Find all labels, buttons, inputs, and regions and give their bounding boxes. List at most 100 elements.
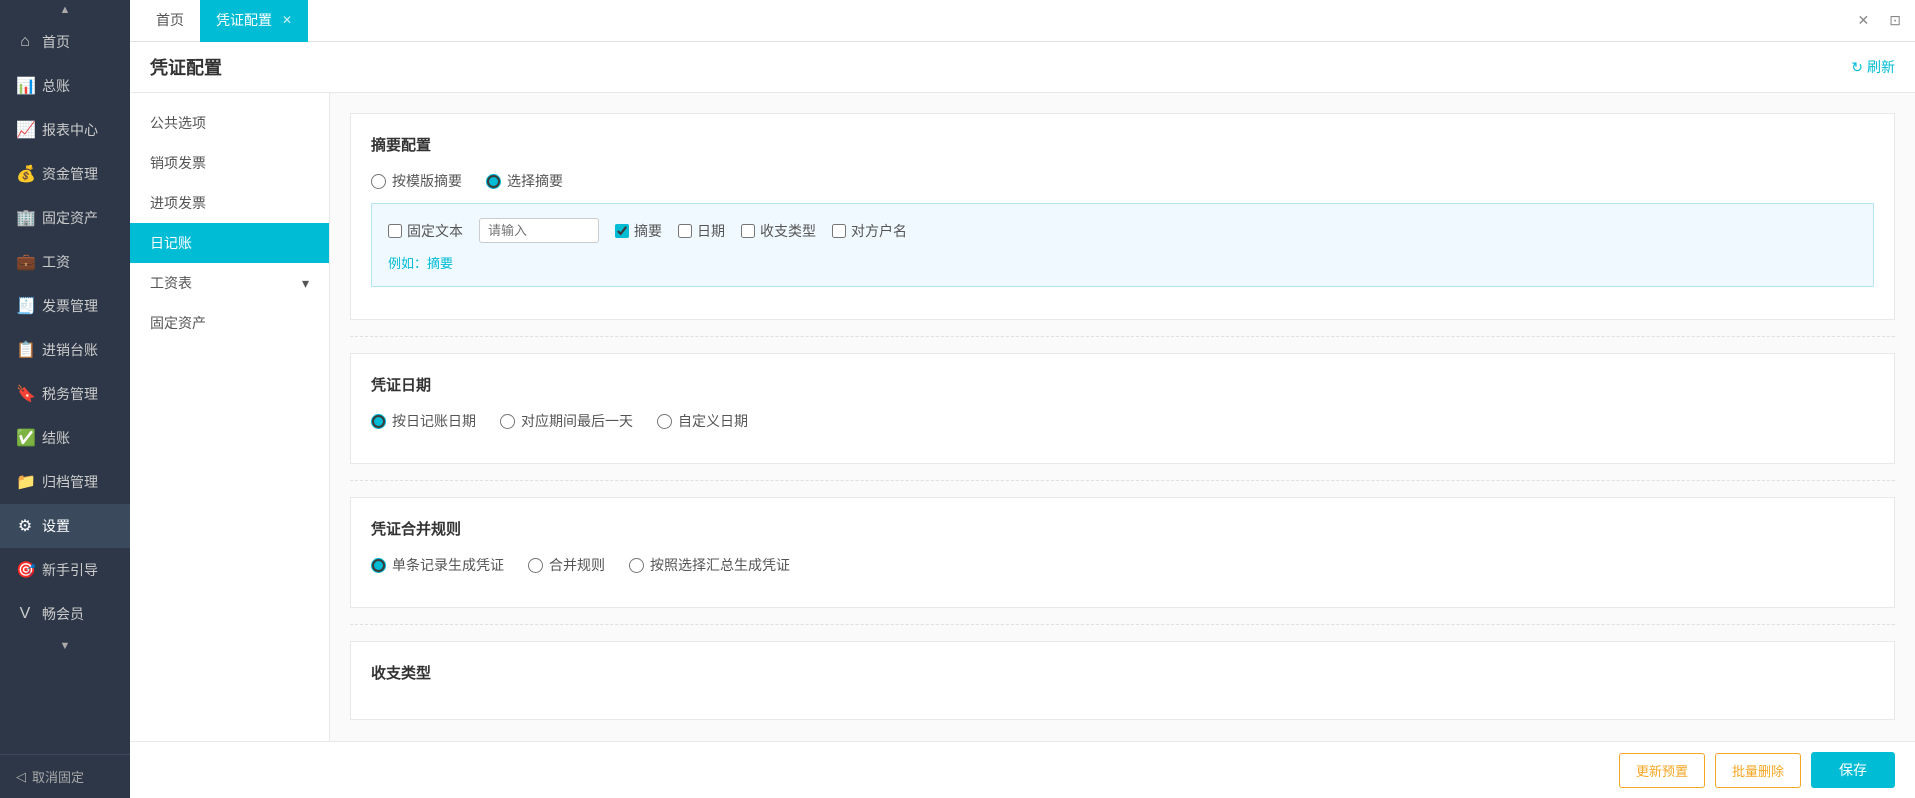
sidebar-item-reports[interactable]: 📈 报表中心 bbox=[0, 108, 130, 152]
tab-home[interactable]: 首页 bbox=[140, 0, 200, 42]
left-nav-public[interactable]: 公共选项 bbox=[130, 103, 329, 143]
radio-last-period-day[interactable]: 对应期间最后一天 bbox=[500, 411, 633, 431]
tab-home-label: 首页 bbox=[156, 10, 184, 30]
checkbox-date-input[interactable] bbox=[678, 224, 692, 238]
radio-merge-rule[interactable]: 合并规则 bbox=[528, 555, 605, 575]
sidebar-item-purchase-sales[interactable]: 📋 进销台账 bbox=[0, 328, 130, 372]
radio-by-journal-date[interactable]: 按日记账日期 bbox=[371, 411, 476, 431]
sidebar-item-ledger[interactable]: 📊 总账 bbox=[0, 64, 130, 108]
tab-voucher-config[interactable]: 凭证配置 ✕ bbox=[200, 0, 308, 42]
radio-single-record-label: 单条记录生成凭证 bbox=[392, 555, 504, 575]
left-nav-payroll-table-label: 工资表 bbox=[150, 273, 192, 293]
radio-template-summary-label: 按模版摘要 bbox=[392, 171, 462, 191]
checkbox-summary-input[interactable] bbox=[615, 224, 629, 238]
radio-last-period-day-input[interactable] bbox=[500, 414, 515, 429]
left-nav-journal[interactable]: 日记账 bbox=[130, 223, 329, 263]
radio-select-merge[interactable]: 按照选择汇总生成凭证 bbox=[629, 555, 790, 575]
page-title: 凭证配置 bbox=[150, 54, 222, 80]
sidebar-item-guide[interactable]: 🎯 新手引导 bbox=[0, 548, 130, 592]
section-voucher-merge: 凭证合并规则 单条记录生成凭证 合并规则 按照选择汇总生成凭证 bbox=[350, 497, 1895, 608]
radio-by-journal-date-input[interactable] bbox=[371, 414, 386, 429]
sidebar-label-reports: 报表中心 bbox=[42, 120, 98, 140]
radio-select-summary-input[interactable] bbox=[486, 174, 501, 189]
settings-icon: ⚙ bbox=[16, 516, 34, 536]
left-nav-sales-invoice[interactable]: 销项发票 bbox=[130, 143, 329, 183]
radio-custom-date[interactable]: 自定义日期 bbox=[657, 411, 748, 431]
sidebar-item-assets[interactable]: 🏢 固定资产 bbox=[0, 196, 130, 240]
chevron-down-icon: ▾ bbox=[302, 275, 309, 292]
checkbox-counterparty-input[interactable] bbox=[832, 224, 846, 238]
radio-merge-rule-input[interactable] bbox=[528, 558, 543, 573]
tab-bar-right: ✕ ⊡ bbox=[1854, 10, 1905, 31]
sidebar-scroll-down[interactable]: ▼ bbox=[0, 636, 130, 656]
fixed-text-input[interactable] bbox=[479, 218, 599, 243]
purchase-sales-icon: 📋 bbox=[16, 340, 34, 360]
content-layout: 公共选项 销项发票 进项发票 日记账 工资表 ▾ 固定资产 bbox=[130, 93, 1915, 741]
funds-icon: 💰 bbox=[16, 164, 34, 184]
assets-icon: 🏢 bbox=[16, 208, 34, 228]
divider-3 bbox=[350, 624, 1895, 625]
checkbox-date[interactable]: 日期 bbox=[678, 221, 725, 241]
sidebar-label-funds: 资金管理 bbox=[42, 164, 98, 184]
left-nav-payroll-table[interactable]: 工资表 ▾ bbox=[130, 263, 329, 303]
radio-template-summary[interactable]: 按模版摘要 bbox=[371, 171, 462, 191]
sidebar-label-invoice-mgmt: 发票管理 bbox=[42, 296, 98, 316]
home-icon: ⌂ bbox=[16, 33, 34, 51]
checkbox-income-type[interactable]: 收支类型 bbox=[741, 221, 816, 241]
sidebar-label-purchase-sales: 进销台账 bbox=[42, 340, 98, 360]
sidebar-item-tax[interactable]: 🔖 税务管理 bbox=[0, 372, 130, 416]
sidebar-item-archive[interactable]: 📁 归档管理 bbox=[0, 460, 130, 504]
checkbox-summary[interactable]: 摘要 bbox=[615, 221, 662, 241]
batch-delete-button[interactable]: 批量删除 bbox=[1715, 753, 1801, 788]
checkbox-counterparty-label: 对方户名 bbox=[851, 221, 907, 241]
radio-single-record-input[interactable] bbox=[371, 558, 386, 573]
sidebar-scroll-up[interactable]: ▲ bbox=[0, 0, 130, 20]
divider-2 bbox=[350, 480, 1895, 481]
sidebar-unpin[interactable]: ◁ 取消固定 bbox=[0, 754, 130, 798]
archive-icon: 📁 bbox=[16, 472, 34, 492]
checkbox-income-type-label: 收支类型 bbox=[760, 221, 816, 241]
sidebar-item-invoice-mgmt[interactable]: 🧾 发票管理 bbox=[0, 284, 130, 328]
sidebar-label-guide: 新手引导 bbox=[42, 560, 98, 580]
window-close-button[interactable]: ✕ bbox=[1854, 10, 1874, 31]
sidebar-item-settle[interactable]: ✅ 结账 bbox=[0, 416, 130, 460]
checkbox-fixed-text[interactable]: 固定文本 bbox=[388, 221, 463, 241]
checkbox-counterparty[interactable]: 对方户名 bbox=[832, 221, 907, 241]
radio-last-period-day-label: 对应期间最后一天 bbox=[521, 411, 633, 431]
section-voucher-date-title: 凭证日期 bbox=[371, 374, 1874, 395]
update-preset-button[interactable]: 更新预置 bbox=[1619, 753, 1705, 788]
section-summary-config: 摘要配置 按模版摘要 选择摘要 bbox=[350, 113, 1895, 320]
right-content: 摘要配置 按模版摘要 选择摘要 bbox=[330, 93, 1915, 741]
section-income-type-title: 收支类型 bbox=[371, 662, 1874, 683]
radio-select-summary-label: 选择摘要 bbox=[507, 171, 563, 191]
checkbox-fixed-text-input[interactable] bbox=[388, 224, 402, 238]
refresh-button[interactable]: ↻ 刷新 bbox=[1851, 57, 1895, 77]
example-text: 例如：摘要 bbox=[388, 253, 1857, 272]
window-maximize-button[interactable]: ⊡ bbox=[1885, 10, 1905, 31]
radio-select-summary[interactable]: 选择摘要 bbox=[486, 171, 563, 191]
sidebar-item-member[interactable]: V 畅会员 bbox=[0, 592, 130, 636]
left-nav-purchase-invoice[interactable]: 进项发票 bbox=[130, 183, 329, 223]
voucher-merge-radio-group: 单条记录生成凭证 合并规则 按照选择汇总生成凭证 bbox=[371, 555, 1874, 575]
left-nav: 公共选项 销项发票 进项发票 日记账 工资表 ▾ 固定资产 bbox=[130, 93, 330, 741]
radio-single-record[interactable]: 单条记录生成凭证 bbox=[371, 555, 504, 575]
sidebar-label-payroll: 工资 bbox=[42, 252, 70, 272]
sidebar-item-home[interactable]: ⌂ 首页 bbox=[0, 20, 130, 64]
settle-icon: ✅ bbox=[16, 428, 34, 448]
left-nav-fixed-assets[interactable]: 固定资产 bbox=[130, 303, 329, 343]
radio-template-summary-input[interactable] bbox=[371, 174, 386, 189]
checkbox-fixed-text-label: 固定文本 bbox=[407, 221, 463, 241]
sidebar-item-funds[interactable]: 💰 资金管理 bbox=[0, 152, 130, 196]
example-text-content: 例如：摘要 bbox=[388, 256, 453, 271]
radio-custom-date-input[interactable] bbox=[657, 414, 672, 429]
refresh-icon: ↻ bbox=[1851, 59, 1863, 76]
left-nav-public-label: 公共选项 bbox=[150, 113, 206, 133]
sidebar-item-settings[interactable]: ⚙ 设置 bbox=[0, 504, 130, 548]
divider-1 bbox=[350, 336, 1895, 337]
checkbox-income-type-input[interactable] bbox=[741, 224, 755, 238]
sidebar-item-payroll[interactable]: 💼 工资 bbox=[0, 240, 130, 284]
checkbox-date-label: 日期 bbox=[697, 221, 725, 241]
tab-close-icon[interactable]: ✕ bbox=[282, 13, 292, 27]
radio-select-merge-input[interactable] bbox=[629, 558, 644, 573]
save-button[interactable]: 保存 bbox=[1811, 752, 1895, 788]
